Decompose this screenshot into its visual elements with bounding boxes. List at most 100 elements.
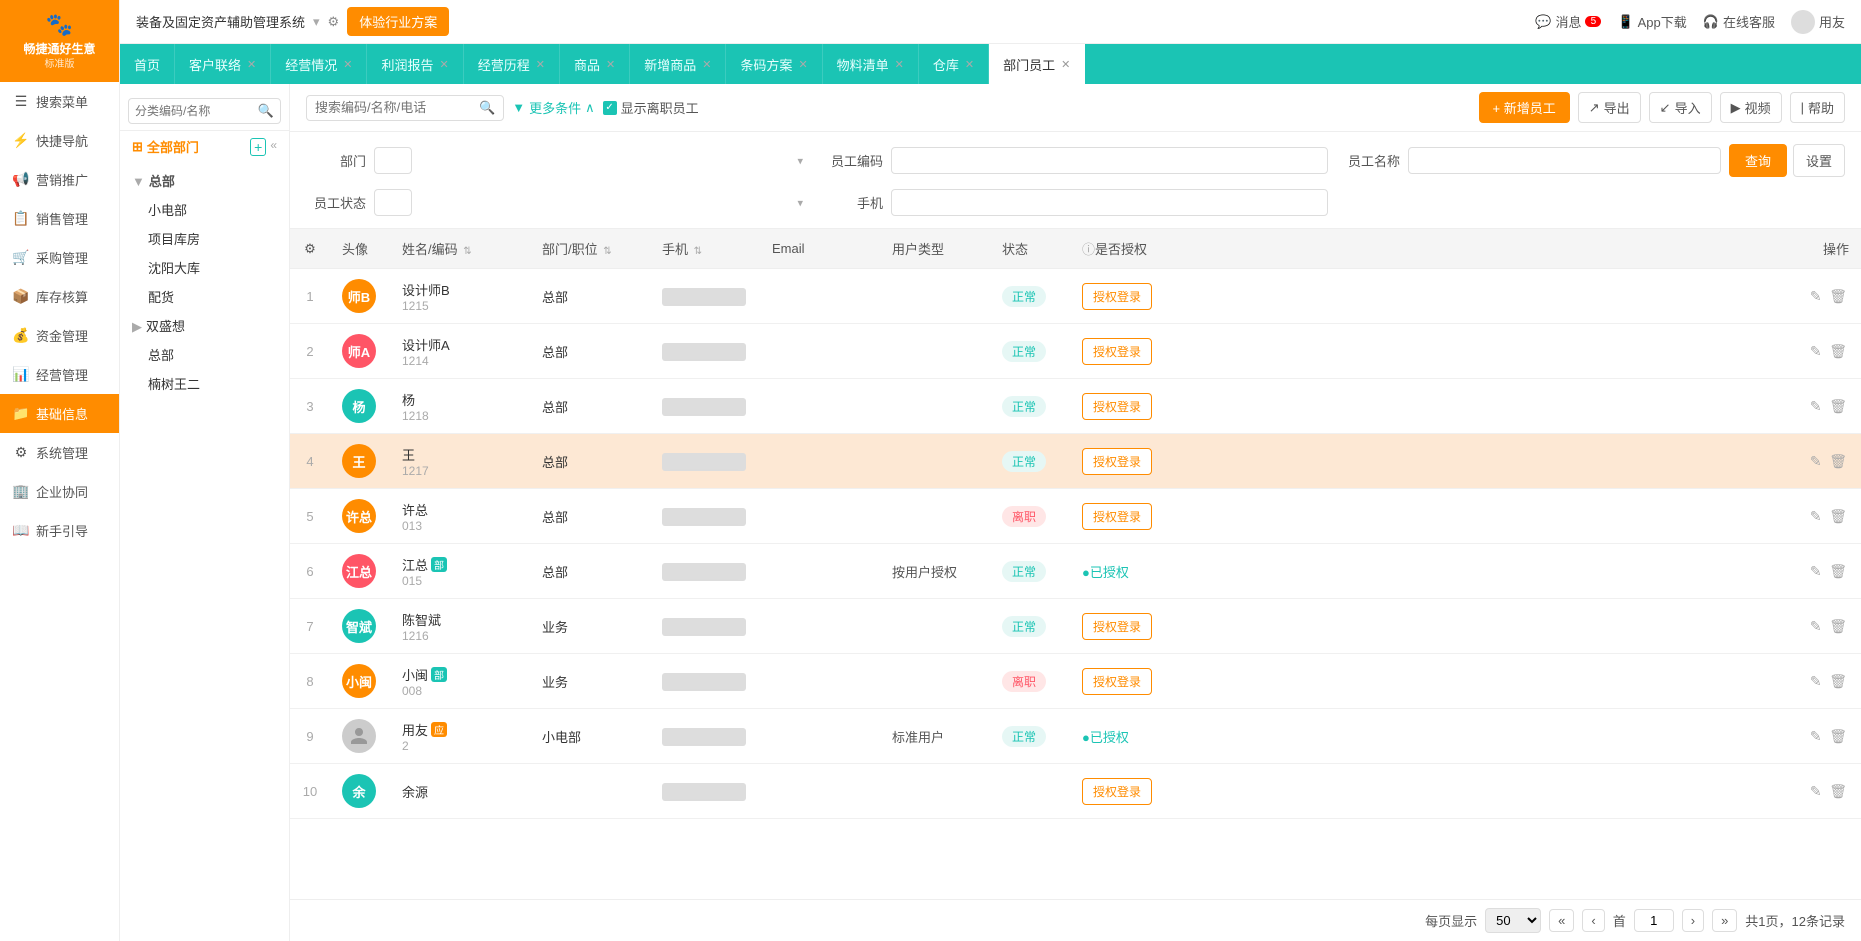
app-download-btn[interactable]: 📱 App下载 — [1617, 12, 1686, 31]
add-employee-button[interactable]: + 新增员工 — [1479, 92, 1570, 123]
edit-button[interactable]: ✎ — [1808, 616, 1824, 637]
tab-business-close[interactable]: ✕ — [343, 58, 352, 71]
dropdown-icon[interactable]: ▾ — [313, 14, 320, 30]
edit-button[interactable]: ✎ — [1808, 506, 1824, 527]
sidebar-item-marketing[interactable]: 📢 营销推广 — [0, 160, 119, 199]
sidebar-item-sales[interactable]: 📋 销售管理 — [0, 199, 119, 238]
auth-login-button[interactable]: 授权登录 — [1082, 778, 1152, 805]
emp-name-input[interactable] — [1408, 147, 1721, 174]
tab-material-close[interactable]: ✕ — [895, 58, 904, 71]
auth-login-button[interactable]: 授权登录 — [1082, 338, 1152, 365]
tab-goods[interactable]: 商品 ✕ — [560, 44, 630, 84]
prev-page-btn[interactable]: ‹ — [1582, 909, 1604, 932]
tab-new-goods[interactable]: 新增商品 ✕ — [630, 44, 726, 84]
tab-new-goods-close[interactable]: ✕ — [702, 58, 711, 71]
sidebar-item-inventory[interactable]: 📦 库存核算 — [0, 277, 119, 316]
dept-item-zongbu2[interactable]: 总部 — [120, 340, 289, 369]
tab-warehouse[interactable]: 仓库 ✕ — [919, 44, 989, 84]
page-input[interactable] — [1634, 909, 1674, 932]
tab-business[interactable]: 经营情况 ✕ — [271, 44, 367, 84]
tab-staff[interactable]: 部门员工 ✕ — [989, 44, 1085, 84]
next-page-btn[interactable]: › — [1682, 909, 1704, 932]
tab-customer-close[interactable]: ✕ — [247, 58, 256, 71]
delete-button[interactable]: 🗑 — [1827, 286, 1849, 307]
edit-button[interactable]: ✎ — [1808, 396, 1824, 417]
last-page-btn[interactable]: » — [1712, 909, 1737, 932]
dept-search-icon[interactable]: 🔍 — [258, 103, 274, 119]
auth-login-button[interactable]: 授权登录 — [1082, 448, 1152, 475]
auth-login-button[interactable]: 授权登录 — [1082, 393, 1152, 420]
sort-name-icon[interactable]: ⇅ — [463, 246, 471, 257]
auth-login-button[interactable]: 授权登录 — [1082, 283, 1152, 310]
tab-warehouse-close[interactable]: ✕ — [965, 58, 974, 71]
emp-code-input[interactable] — [891, 147, 1328, 174]
edit-button[interactable]: ✎ — [1808, 451, 1824, 472]
delete-button[interactable]: 🗑 — [1827, 396, 1849, 417]
tab-progress[interactable]: 经营历程 ✕ — [464, 44, 560, 84]
delete-button[interactable]: 🗑 — [1827, 726, 1849, 747]
dept-item-shuangmeng[interactable]: ▶双盛想 — [120, 311, 289, 340]
more-conditions-btn[interactable]: ▼ 更多条件 ∧ — [512, 98, 594, 117]
sidebar-item-system[interactable]: ⚙ 系统管理 — [0, 433, 119, 472]
auth-login-button[interactable]: 授权登录 — [1082, 668, 1152, 695]
import-btn[interactable]: ↙ 导入 — [1649, 92, 1712, 123]
col-name[interactable]: 姓名/编码 ⇅ — [390, 229, 530, 269]
tab-progress-close[interactable]: ✕ — [536, 58, 545, 71]
edit-button[interactable]: ✎ — [1808, 671, 1824, 692]
delete-button[interactable]: 🗑 — [1827, 506, 1849, 527]
tab-goods-close[interactable]: ✕ — [606, 58, 615, 71]
tab-customer[interactable]: 客户联络 ✕ — [175, 44, 271, 84]
dept-item-zongbu[interactable]: ▼总部 — [120, 166, 289, 195]
edit-button[interactable]: ✎ — [1808, 341, 1824, 362]
query-button[interactable]: 查询 — [1729, 144, 1787, 177]
show-archived-checkbox[interactable]: ✓ — [603, 101, 617, 115]
auth-login-button[interactable]: 授权登录 — [1082, 613, 1152, 640]
tab-profit[interactable]: 利润报告 ✕ — [367, 44, 463, 84]
dept-item-peihuo[interactable]: 配货 — [120, 282, 289, 311]
dept-item-shucaiwang[interactable]: 楠树王二 — [120, 369, 289, 398]
sidebar-item-enterprise[interactable]: 🏢 企业协同 — [0, 472, 119, 511]
user-btn[interactable]: 用友 — [1791, 10, 1845, 34]
message-btn[interactable]: 💬 消息 5 — [1535, 12, 1601, 31]
sidebar-item-purchase[interactable]: 🛒 采购管理 — [0, 238, 119, 277]
search-icon[interactable]: 🔍 — [479, 100, 495, 116]
delete-button[interactable]: 🗑 — [1827, 561, 1849, 582]
edit-button[interactable]: ✎ — [1808, 286, 1824, 307]
edit-button[interactable]: ✎ — [1808, 781, 1824, 802]
sidebar-item-search[interactable]: ☰ 搜索菜单 — [0, 82, 119, 121]
delete-button[interactable]: 🗑 — [1827, 341, 1849, 362]
col-settings[interactable]: ⚙ — [290, 229, 330, 269]
dept-item-xiangmu[interactable]: 项目库房 — [120, 224, 289, 253]
edit-button[interactable]: ✎ — [1808, 726, 1824, 747]
first-page-btn[interactable]: « — [1549, 909, 1574, 932]
sidebar-item-shortcut[interactable]: ⚡ 快捷导航 — [0, 121, 119, 160]
auth-login-button[interactable]: 授权登录 — [1082, 503, 1152, 530]
sort-phone-icon[interactable]: ⇅ — [694, 246, 702, 257]
tab-barcode[interactable]: 条码方案 ✕ — [726, 44, 822, 84]
dept-item-shenyang[interactable]: 沈阳大库 — [120, 253, 289, 282]
search-input[interactable] — [315, 100, 475, 115]
export-btn[interactable]: ↗ 导出 — [1578, 92, 1641, 123]
online-service-btn[interactable]: 🎧 在线客服 — [1703, 12, 1775, 31]
show-archived-toggle[interactable]: ✓ 显示离职员工 — [603, 98, 699, 117]
view-btn[interactable]: ▶ 视频 — [1720, 92, 1782, 123]
help-btn[interactable]: | 帮助 — [1790, 92, 1845, 123]
tab-home[interactable]: 首页 — [120, 44, 175, 84]
delete-button[interactable]: 🗑 — [1827, 781, 1849, 802]
dept-collapse-icon[interactable]: « — [270, 138, 277, 156]
col-phone[interactable]: 手机 ⇅ — [650, 229, 760, 269]
sidebar-item-guide[interactable]: 📖 新手引导 — [0, 511, 119, 550]
edit-button[interactable]: ✎ — [1808, 561, 1824, 582]
dept-add-icon[interactable]: + — [250, 138, 266, 156]
delete-button[interactable]: 🗑 — [1827, 451, 1849, 472]
reset-button[interactable]: 设置 — [1793, 144, 1845, 177]
tab-profit-close[interactable]: ✕ — [440, 58, 449, 71]
dept-select[interactable] — [374, 147, 412, 174]
tab-barcode-close[interactable]: ✕ — [798, 58, 807, 71]
tab-staff-close[interactable]: ✕ — [1061, 58, 1070, 71]
dept-item-xiaodiandept[interactable]: 小电部 — [120, 195, 289, 224]
tab-material[interactable]: 物料清单 ✕ — [823, 44, 919, 84]
sidebar-item-basic[interactable]: 📁 基础信息 — [0, 394, 119, 433]
phone-input[interactable] — [891, 189, 1328, 216]
delete-button[interactable]: 🗑 — [1827, 671, 1849, 692]
